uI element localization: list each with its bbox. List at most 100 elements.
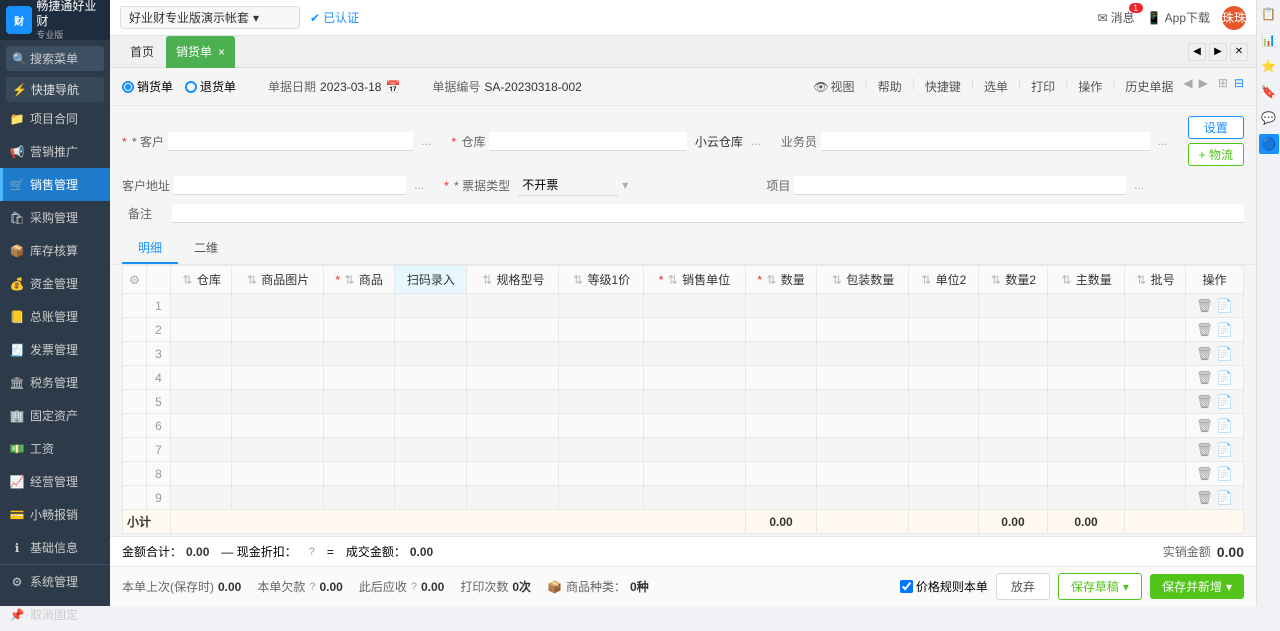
row-batch-import[interactable] [395, 438, 467, 462]
sidebar-item-purchase[interactable]: 🛍 采购管理 [0, 201, 110, 234]
prev-record-icon[interactable]: ◀ [1183, 76, 1192, 97]
save-new-button[interactable]: 保存并新增 ▾ [1150, 574, 1244, 599]
app-download-button[interactable]: 📱 App下载 [1147, 9, 1210, 26]
row-unit2[interactable] [908, 294, 978, 318]
row-pack-qty[interactable] [817, 486, 909, 510]
row-unit2[interactable] [908, 318, 978, 342]
row-image[interactable] [232, 438, 324, 462]
row-batch[interactable] [1124, 486, 1185, 510]
row-price1[interactable] [559, 486, 644, 510]
row-delete-icon[interactable]: 🗑 [1196, 322, 1213, 338]
row-copy-icon[interactable]: 📄 [1217, 490, 1233, 506]
row-batch[interactable] [1124, 318, 1185, 342]
sidebar-item-fixed-assets[interactable]: 🏢 固定资产 [0, 399, 110, 432]
row-copy-icon[interactable]: 📄 [1217, 346, 1233, 362]
setup-button[interactable]: 设置 [1188, 116, 1244, 139]
row-qty2[interactable] [978, 342, 1048, 366]
row-batch-import[interactable] [395, 486, 467, 510]
row-price1[interactable] [559, 342, 644, 366]
row-price1[interactable] [559, 294, 644, 318]
row-main-qty[interactable] [1048, 486, 1124, 510]
row-pack-qty[interactable] [817, 366, 909, 390]
address-select-icon[interactable]: ... [414, 178, 424, 192]
row-price1[interactable] [559, 390, 644, 414]
tab-home[interactable]: 首页 [118, 36, 166, 68]
row-copy-icon[interactable]: 📄 [1217, 394, 1233, 410]
row-qty2[interactable] [978, 462, 1048, 486]
radio-return[interactable]: 退货单 [185, 78, 236, 95]
row-unit[interactable] [644, 342, 746, 366]
row-qty[interactable] [745, 462, 816, 486]
row-unit[interactable] [644, 366, 746, 390]
row-goods[interactable] [323, 462, 394, 486]
salesperson-select-icon[interactable]: ... [1158, 134, 1168, 148]
row-pack-qty[interactable] [817, 318, 909, 342]
row-price1[interactable] [559, 366, 644, 390]
row-spec[interactable] [467, 366, 559, 390]
row-image[interactable] [232, 342, 324, 366]
row-unit2[interactable] [908, 342, 978, 366]
row-pack-qty[interactable] [817, 438, 909, 462]
row-main-qty[interactable] [1048, 390, 1124, 414]
row-delete-icon[interactable]: 🗑 [1196, 442, 1213, 458]
row-main-qty[interactable] [1048, 462, 1124, 486]
row-qty[interactable] [745, 390, 816, 414]
row-price1[interactable] [559, 318, 644, 342]
row-unit2[interactable] [908, 462, 978, 486]
row-batch-import[interactable] [395, 414, 467, 438]
row-main-qty[interactable] [1048, 342, 1124, 366]
discount-help-icon[interactable]: ? [309, 546, 315, 558]
tab-prev-button[interactable]: ◀ [1188, 43, 1206, 61]
row-qty[interactable] [745, 414, 816, 438]
row-warehouse[interactable] [171, 438, 232, 462]
row-warehouse[interactable] [171, 486, 232, 510]
sidebar-item-finance[interactable]: 💰 资金管理 [0, 267, 110, 300]
right-panel-btn-5[interactable]: 💬 [1259, 108, 1279, 128]
row-main-qty[interactable] [1048, 318, 1124, 342]
row-delete-icon[interactable]: 🗑 [1196, 490, 1213, 506]
row-batch[interactable] [1124, 414, 1185, 438]
row-spec[interactable] [467, 342, 559, 366]
row-qty[interactable] [745, 294, 816, 318]
row-copy-icon[interactable]: 📄 [1217, 442, 1233, 458]
row-warehouse[interactable] [171, 366, 232, 390]
row-spec[interactable] [467, 318, 559, 342]
sidebar-item-expense[interactable]: 💳 小畅报销 [0, 498, 110, 531]
row-pack-qty[interactable] [817, 414, 909, 438]
row-goods[interactable] [323, 366, 394, 390]
tab-2d[interactable]: 二维 [178, 233, 234, 264]
row-image[interactable] [232, 294, 324, 318]
user-area[interactable]: 珠珠 [1222, 6, 1246, 30]
row-batch-import[interactable] [395, 342, 467, 366]
row-delete-icon[interactable]: 🗑 [1196, 394, 1213, 410]
row-unit[interactable] [644, 294, 746, 318]
row-batch-import[interactable] [395, 366, 467, 390]
help-button[interactable]: 帮助 [874, 76, 906, 97]
row-batch[interactable] [1124, 438, 1185, 462]
row-qty2[interactable] [978, 390, 1048, 414]
settings-icon[interactable]: ⚙ [129, 273, 140, 287]
row-batch[interactable] [1124, 342, 1185, 366]
address-input[interactable] [174, 176, 406, 195]
next-record-icon[interactable]: ▶ [1199, 76, 1208, 97]
row-qty2[interactable] [978, 486, 1048, 510]
row-warehouse[interactable] [171, 414, 232, 438]
row-delete-icon[interactable]: 🗑 [1196, 370, 1213, 386]
add-logistics-button[interactable]: + 物流 [1188, 143, 1244, 166]
row-unit2[interactable] [908, 366, 978, 390]
sidebar-item-tax[interactable]: 🏛 税务管理 [0, 366, 110, 399]
row-qty2[interactable] [978, 414, 1048, 438]
right-panel-btn-2[interactable]: 📊 [1259, 30, 1279, 50]
row-unit[interactable] [644, 438, 746, 462]
row-goods[interactable] [323, 318, 394, 342]
sidebar-item-quick-nav[interactable]: ⚡ 快捷导航 [6, 77, 104, 102]
company-selector[interactable]: 好业财专业版演示帐套 ▾ [120, 6, 300, 29]
row-spec[interactable] [467, 486, 559, 510]
row-image[interactable] [232, 318, 324, 342]
row-goods[interactable] [323, 294, 394, 318]
row-qty[interactable] [745, 486, 816, 510]
row-copy-icon[interactable]: 📄 [1217, 370, 1233, 386]
unpin-button[interactable]: 📌 取消固定 [0, 598, 110, 631]
customer-select-icon[interactable]: ... [421, 134, 431, 148]
salesperson-input[interactable] [821, 132, 1150, 151]
